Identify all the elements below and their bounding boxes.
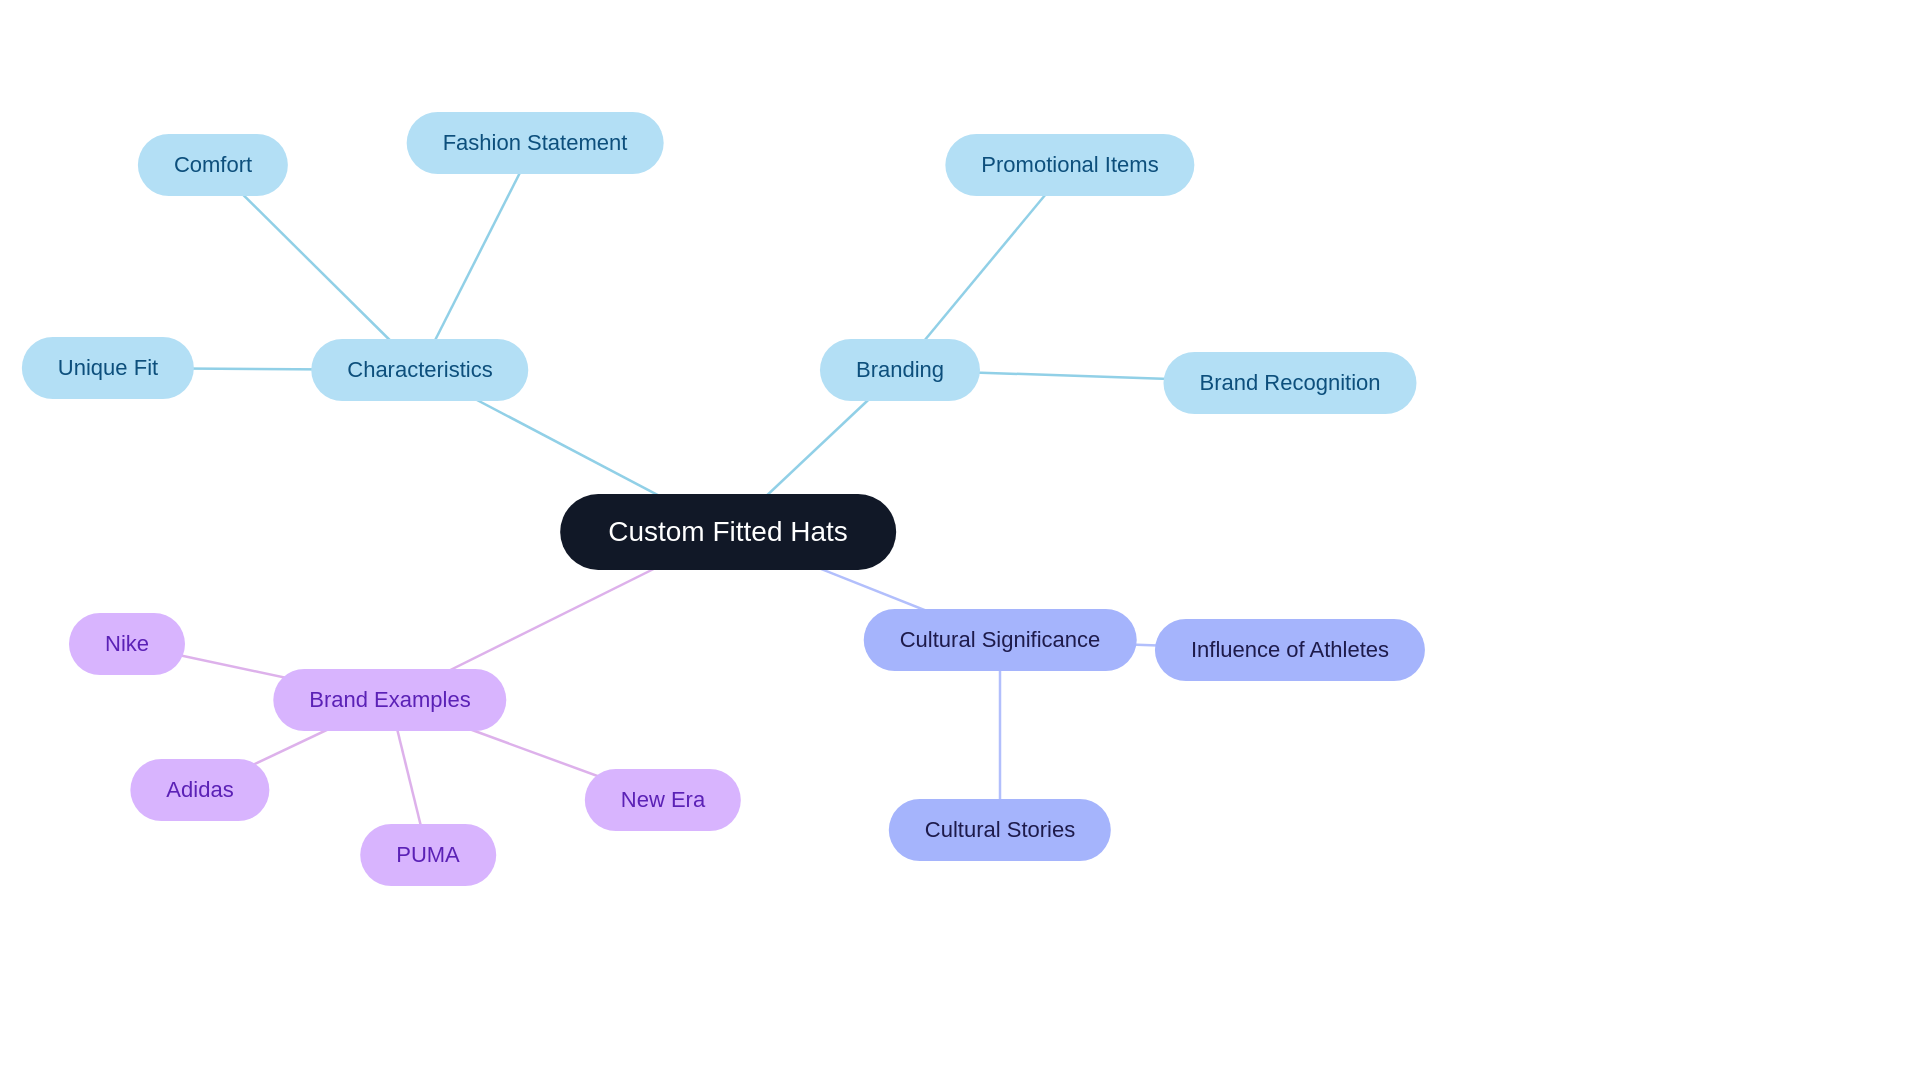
center-node: Custom Fitted Hats (560, 494, 896, 570)
svg-line-2 (420, 143, 535, 370)
athletes-node: Influence of Athletes (1155, 619, 1425, 681)
branding-node: Branding (820, 339, 980, 401)
brand-recognition-node: Brand Recognition (1163, 352, 1416, 414)
puma-node: PUMA (360, 824, 496, 886)
brand-examples-node: Brand Examples (273, 669, 506, 731)
characteristics-node: Characteristics (311, 339, 528, 401)
new-era-node: New Era (585, 769, 741, 831)
fashion-node: Fashion Statement (407, 112, 664, 174)
comfort-node: Comfort (138, 134, 288, 196)
stories-node: Cultural Stories (889, 799, 1111, 861)
cultural-node: Cultural Significance (864, 609, 1137, 671)
promotional-node: Promotional Items (945, 134, 1194, 196)
unique-fit-node: Unique Fit (22, 337, 194, 399)
adidas-node: Adidas (130, 759, 269, 821)
nike-node: Nike (69, 613, 185, 675)
